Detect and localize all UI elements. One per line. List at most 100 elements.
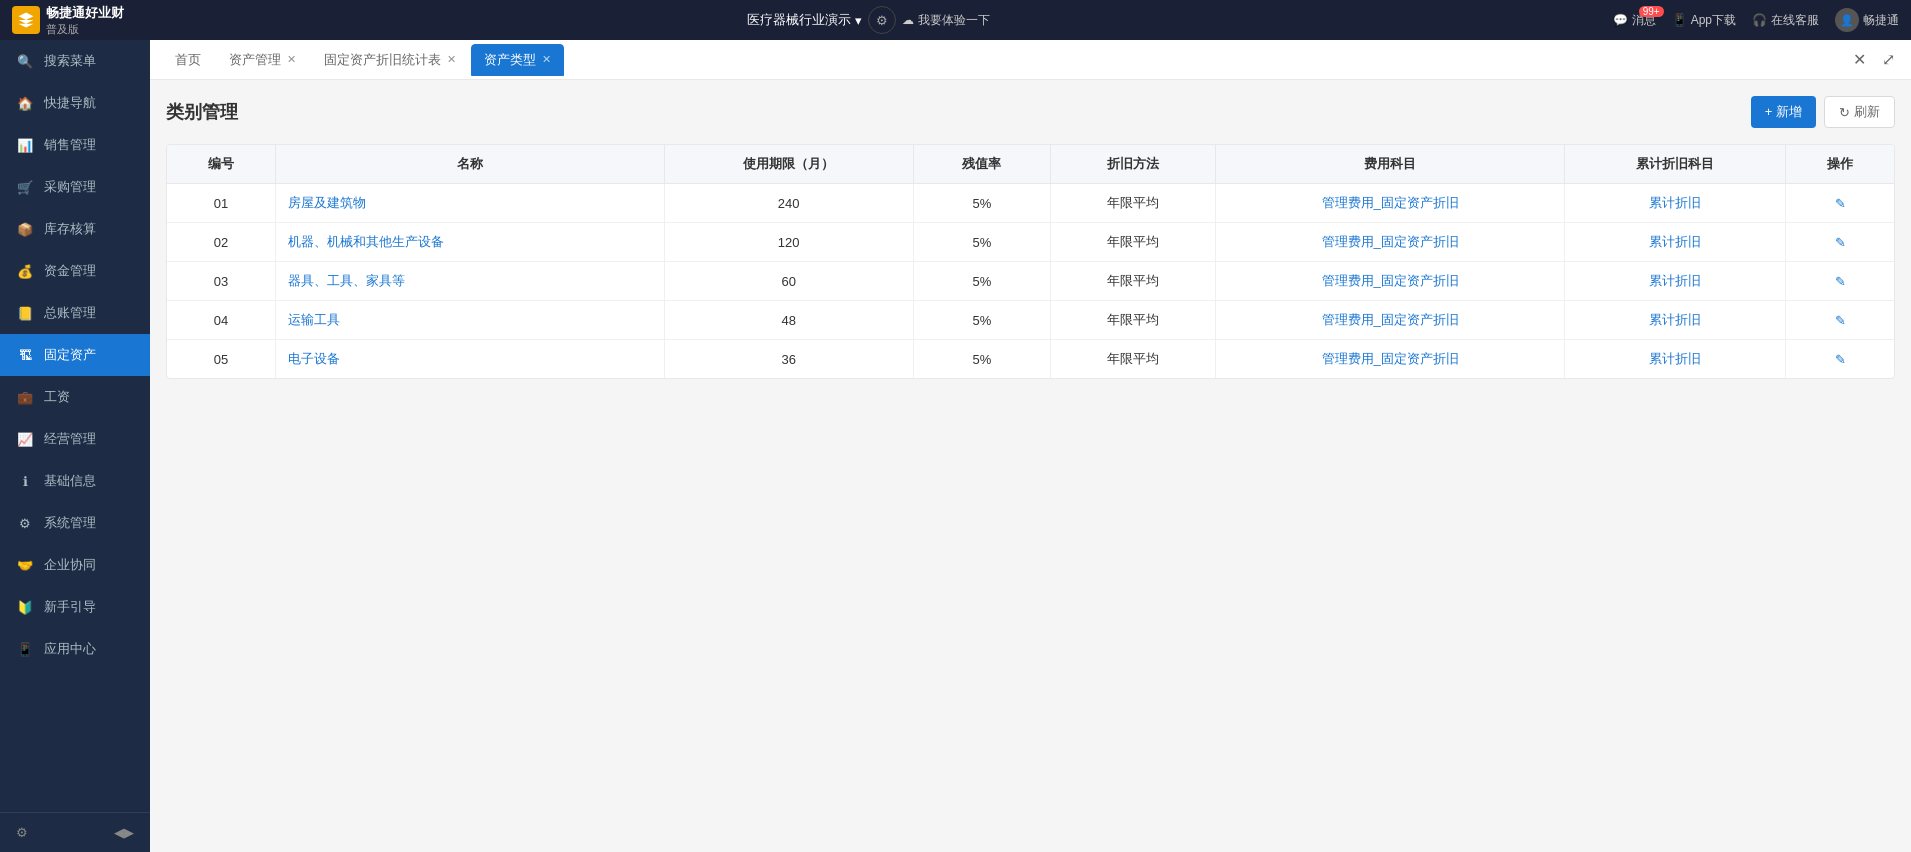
sidebar-label-appcenter: 应用中心 [44,640,96,658]
sidebar-item-enterprise[interactable]: 🤝 企业协同 [0,544,150,586]
tab-depreciation[interactable]: 固定资产折旧统计表 ✕ [311,44,469,76]
cell-name-2: 器具、工具、家具等 [275,262,664,301]
sidebar-item-fixed[interactable]: 🏗 固定资产 [0,334,150,376]
tab-asset-mgmt[interactable]: 资产管理 ✕ [216,44,309,76]
cell-accumulated-1: 累计折旧 [1564,223,1785,262]
table-row: 03 器具、工具、家具等 60 5% 年限平均 管理费用_固定资产折旧 累计折旧… [167,262,1894,301]
cell-period-4: 36 [664,340,913,379]
edit-btn-0[interactable]: ✎ [1835,196,1846,211]
user-area[interactable]: 👤 畅捷通 [1835,8,1899,32]
home-icon: 🏠 [16,94,34,112]
ledger-icon: 📒 [16,304,34,322]
inventory-icon: 📦 [16,220,34,238]
top-bar-center: 医疗器械行业演示 ▾ ⚙ ☁ 我要体验一下 [747,6,990,34]
sidebar-item-salary[interactable]: 💼 工资 [0,376,150,418]
cell-expense-3: 管理费用_固定资产折旧 [1216,301,1564,340]
col-id: 编号 [167,145,275,184]
sidebar-item-guide[interactable]: 🔰 新手引导 [0,586,150,628]
sidebar-item-inventory[interactable]: 📦 库存核算 [0,208,150,250]
cell-period-3: 48 [664,301,913,340]
sidebar-item-quicknav[interactable]: 🏠 快捷导航 [0,82,150,124]
sidebar-item-appcenter[interactable]: 📱 应用中心 [0,628,150,670]
cell-expense-4: 管理费用_固定资产折旧 [1216,340,1564,379]
sidebar-item-capital[interactable]: 💰 资金管理 [0,250,150,292]
tab-close-btn[interactable]: ✕ [1849,46,1870,73]
col-residual: 残值率 [913,145,1050,184]
page-actions: + 新增 ↻ 刷新 [1751,96,1895,128]
guide-icon: 🔰 [16,598,34,616]
cell-name-3: 运输工具 [275,301,664,340]
cell-action-4[interactable]: ✎ [1786,340,1894,379]
online-service-btn[interactable]: 🎧 在线客服 [1752,12,1819,29]
tab-asset-mgmt-close[interactable]: ✕ [287,53,296,66]
settings-icon[interactable]: ⚙ [868,6,896,34]
cell-method-3: 年限平均 [1051,301,1216,340]
top-bar-left: 畅捷通好业财 普及版 [12,4,124,37]
col-action: 操作 [1786,145,1894,184]
sidebar-item-system[interactable]: ⚙ 系统管理 [0,502,150,544]
edit-btn-2[interactable]: ✎ [1835,274,1846,289]
sidebar-item-operation[interactable]: 📈 经营管理 [0,418,150,460]
salary-icon: 💼 [16,388,34,406]
cloud-icon: ☁ [902,13,914,27]
tab-asset-type[interactable]: 资产类型 ✕ [471,44,564,76]
cell-action-3[interactable]: ✎ [1786,301,1894,340]
top-bar-right: 💬 消息 99+ 📱 App下载 🎧 在线客服 👤 畅捷通 [1613,8,1899,32]
system-icon: ⚙ [16,514,34,532]
cell-period-0: 240 [664,184,913,223]
edit-btn-1[interactable]: ✎ [1835,235,1846,250]
cell-expense-1: 管理费用_固定资产折旧 [1216,223,1564,262]
sidebar-item-purchase[interactable]: 🛒 采购管理 [0,166,150,208]
sidebar-item-search[interactable]: 🔍 搜索菜单 [0,40,150,82]
refresh-btn[interactable]: ↻ 刷新 [1824,96,1895,128]
table-row: 05 电子设备 36 5% 年限平均 管理费用_固定资产折旧 累计折旧 ✎ [167,340,1894,379]
capital-icon: 💰 [16,262,34,280]
message-badge: 99+ [1639,6,1664,17]
cell-method-1: 年限平均 [1051,223,1216,262]
app-name: 畅捷通好业财 [46,4,124,22]
experience-btn[interactable]: ☁ 我要体验一下 [902,12,990,29]
sidebar-label-inventory: 库存核算 [44,220,96,238]
sidebar-label-purchase: 采购管理 [44,178,96,196]
message-icon: 💬 [1613,13,1628,27]
cell-name-0: 房屋及建筑物 [275,184,664,223]
enterprise-icon: 🤝 [16,556,34,574]
cell-method-0: 年限平均 [1051,184,1216,223]
basic-icon: ℹ [16,472,34,490]
sidebar-item-ledger[interactable]: 📒 总账管理 [0,292,150,334]
tab-asset-type-close[interactable]: ✕ [542,53,551,66]
cell-id-2: 03 [167,262,275,301]
col-method: 折旧方法 [1051,145,1216,184]
message-btn[interactable]: 💬 消息 99+ [1613,12,1656,29]
cell-action-1[interactable]: ✎ [1786,223,1894,262]
tab-home[interactable]: 首页 [162,44,214,76]
online-service-label: 在线客服 [1771,12,1819,29]
tab-depreciation-label: 固定资产折旧统计表 [324,51,441,69]
tab-depreciation-close[interactable]: ✕ [447,53,456,66]
download-icon: 📱 [1672,13,1687,27]
edit-btn-3[interactable]: ✎ [1835,313,1846,328]
tab-expand-btn[interactable]: ⤢ [1878,46,1899,73]
sidebar-collapse-btn[interactable]: ◀▶ [110,821,138,844]
cell-action-0[interactable]: ✎ [1786,184,1894,223]
cell-id-4: 05 [167,340,275,379]
cell-name-1: 机器、机械和其他生产设备 [275,223,664,262]
sidebar-settings-btn[interactable]: ⚙ [12,821,32,844]
fixed-icon: 🏗 [16,346,34,364]
dropdown-icon: ▾ [855,13,862,28]
page-content: 类别管理 + 新增 ↻ 刷新 编号 名称 使用期限（月） [150,80,1911,852]
top-bar: 畅捷通好业财 普及版 医疗器械行业演示 ▾ ⚙ ☁ 我要体验一下 💬 消息 99… [0,0,1911,40]
sidebar-label-system: 系统管理 [44,514,96,532]
edit-btn-4[interactable]: ✎ [1835,352,1846,367]
cell-residual-4: 5% [913,340,1050,379]
cell-expense-0: 管理费用_固定资产折旧 [1216,184,1564,223]
company-selector[interactable]: 医疗器械行业演示 ▾ [747,11,862,29]
sidebar-item-basic[interactable]: ℹ 基础信息 [0,460,150,502]
tab-bar: 首页 资产管理 ✕ 固定资产折旧统计表 ✕ 资产类型 ✕ ✕ ⤢ [150,40,1911,80]
cell-period-2: 60 [664,262,913,301]
col-accumulated: 累计折旧科目 [1564,145,1785,184]
cell-action-2[interactable]: ✎ [1786,262,1894,301]
new-btn[interactable]: + 新增 [1751,96,1816,128]
app-download-btn[interactable]: 📱 App下载 [1672,12,1736,29]
sidebar-item-sales[interactable]: 📊 销售管理 [0,124,150,166]
